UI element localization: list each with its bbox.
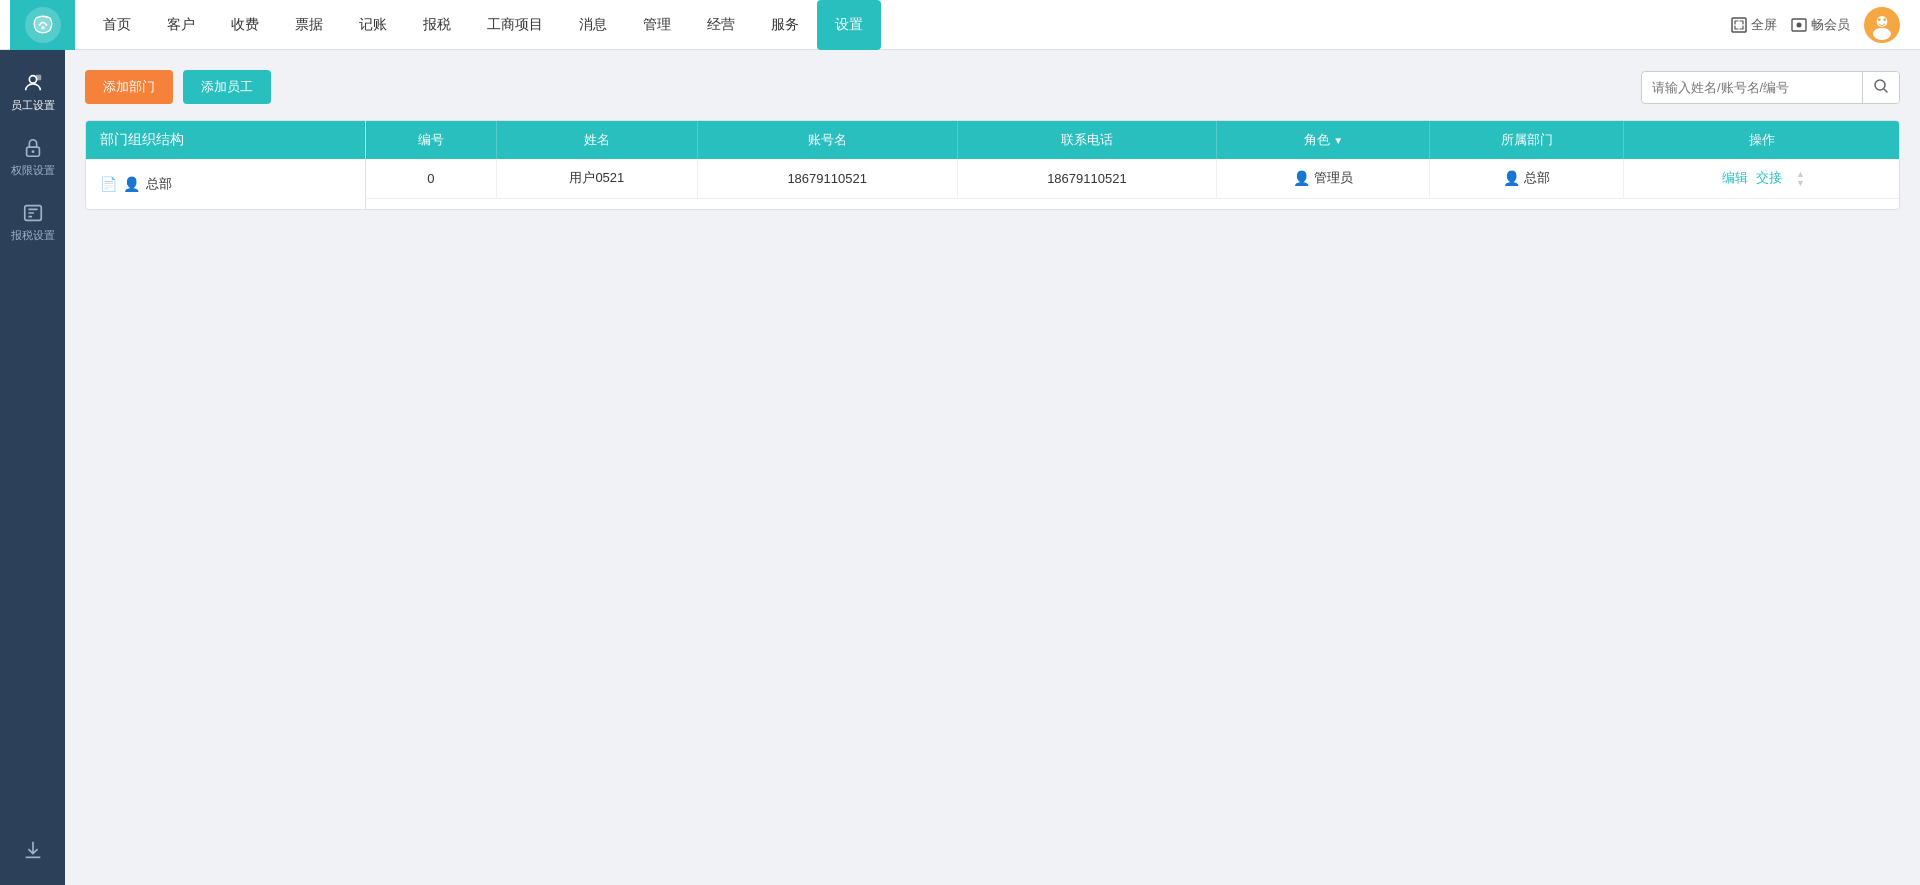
avatar[interactable] xyxy=(1864,7,1900,43)
col-dept: 所属部门 xyxy=(1430,121,1624,159)
logo-icon xyxy=(25,7,61,43)
cell-id: 0 xyxy=(366,159,496,198)
col-account: 账号名 xyxy=(697,121,957,159)
svg-point-3 xyxy=(1797,22,1802,27)
dept-label: 总部 xyxy=(146,175,172,193)
search-box xyxy=(1641,71,1900,104)
dept-tree-header: 部门组织结构 xyxy=(86,121,365,159)
svg-point-6 xyxy=(1873,27,1891,39)
table-body: 0 用户0521 18679110521 18679110521 👤 管理员 👤… xyxy=(366,159,1899,198)
employee-table: 编号 姓名 账号名 联系电话 角色 ▼ 所属部门 操作 xyxy=(366,121,1899,209)
dept-tree: 部门组织结构 📄 👤 总部 xyxy=(86,121,366,209)
add-employee-button[interactable]: 添加员工 xyxy=(183,70,271,104)
sidebar-item-permission[interactable]: 权限设置 xyxy=(0,125,65,190)
cell-name: 用户0521 xyxy=(496,159,697,198)
col-name: 姓名 xyxy=(496,121,697,159)
action-bar: 添加部门 添加员工 xyxy=(85,70,1900,104)
table-row: 0 用户0521 18679110521 18679110521 👤 管理员 👤… xyxy=(366,159,1899,198)
dept-tree-item[interactable]: 📄 👤 总部 xyxy=(86,167,365,201)
file-icon: 📄 xyxy=(100,176,117,192)
dept-tree-body: 📄 👤 总部 xyxy=(86,159,365,209)
cell-role: 👤 管理员 xyxy=(1217,159,1430,198)
nav-invoice[interactable]: 票据 xyxy=(277,0,341,50)
sort-icon: ▼ xyxy=(1333,135,1343,146)
role-user-icon: 👤 xyxy=(1293,170,1310,186)
top-nav: 首页 客户 收费 票据 记账 报税 工商项目 消息 管理 经营 服务 设置 全屏… xyxy=(0,0,1920,50)
col-ops: 操作 xyxy=(1624,121,1899,159)
cell-phone: 18679110521 xyxy=(957,159,1217,198)
svg-rect-10 xyxy=(35,75,41,81)
member-label: 畅会员 xyxy=(1811,16,1850,34)
logo xyxy=(10,0,75,50)
svg-point-8 xyxy=(1883,18,1886,21)
op-交接[interactable]: 交接 xyxy=(1756,170,1782,185)
dept-value: 总部 xyxy=(1524,169,1550,187)
nav-fee[interactable]: 收费 xyxy=(213,0,277,50)
nav-home[interactable]: 首页 xyxy=(85,0,149,50)
nav-manage[interactable]: 管理 xyxy=(625,0,689,50)
svg-point-12 xyxy=(31,150,34,153)
dept-user-icon: 👤 xyxy=(1503,170,1520,186)
cell-dept: 👤 总部 xyxy=(1430,159,1624,198)
cell-ops: 编辑交接 ▲ ▼ xyxy=(1624,159,1899,198)
fullscreen-label: 全屏 xyxy=(1751,16,1777,34)
dept-user-icon: 👤 xyxy=(123,176,140,192)
add-dept-button[interactable]: 添加部门 xyxy=(85,70,173,104)
main-nav: 首页 客户 收费 票据 记账 报税 工商项目 消息 管理 经营 服务 设置 xyxy=(75,0,1731,50)
app-body: 员工设置 权限设置 报税设置 xyxy=(0,50,1920,885)
nav-tax[interactable]: 报税 xyxy=(405,0,469,50)
search-button[interactable] xyxy=(1862,72,1899,103)
table-header-row: 编号 姓名 账号名 联系电话 角色 ▼ 所属部门 操作 xyxy=(366,121,1899,159)
nav-message[interactable]: 消息 xyxy=(561,0,625,50)
col-id: 编号 xyxy=(366,121,496,159)
search-input[interactable] xyxy=(1642,74,1862,101)
op-编辑[interactable]: 编辑 xyxy=(1722,170,1748,185)
nav-operation[interactable]: 经营 xyxy=(689,0,753,50)
nav-right: 全屏 畅会员 xyxy=(1731,7,1910,43)
sidebar-bottom xyxy=(0,827,65,873)
member-btn[interactable]: 畅会员 xyxy=(1791,16,1850,34)
sidebar-item-taxsettings[interactable]: 报税设置 xyxy=(0,190,65,255)
nav-bookkeeping[interactable]: 记账 xyxy=(341,0,405,50)
cell-account: 18679110521 xyxy=(697,159,957,198)
sidebar-item-employee[interactable]: 员工设置 xyxy=(0,60,65,125)
nav-service[interactable]: 服务 xyxy=(753,0,817,50)
nav-client[interactable]: 客户 xyxy=(149,0,213,50)
content-area: 部门组织结构 📄 👤 总部 编号 姓名 账号名 xyxy=(85,120,1900,210)
nav-business[interactable]: 工商项目 xyxy=(469,0,561,50)
col-role[interactable]: 角色 ▼ xyxy=(1217,121,1430,159)
role-value: 管理员 xyxy=(1314,169,1353,187)
col-phone: 联系电话 xyxy=(957,121,1217,159)
main-content: 添加部门 添加员工 部门组织结构 📄 👤 xyxy=(65,50,1920,885)
table: 编号 姓名 账号名 联系电话 角色 ▼ 所属部门 操作 xyxy=(366,121,1899,199)
sidebar: 员工设置 权限设置 报税设置 xyxy=(0,50,65,885)
nav-settings[interactable]: 设置 xyxy=(817,0,881,50)
svg-point-0 xyxy=(41,25,45,29)
scroll-down[interactable]: ▼ xyxy=(1796,179,1805,188)
fullscreen-btn[interactable]: 全屏 xyxy=(1731,16,1777,34)
svg-rect-1 xyxy=(1732,18,1746,32)
svg-point-9 xyxy=(29,76,36,83)
sidebar-item-download[interactable] xyxy=(0,827,65,873)
svg-point-7 xyxy=(1878,18,1881,21)
